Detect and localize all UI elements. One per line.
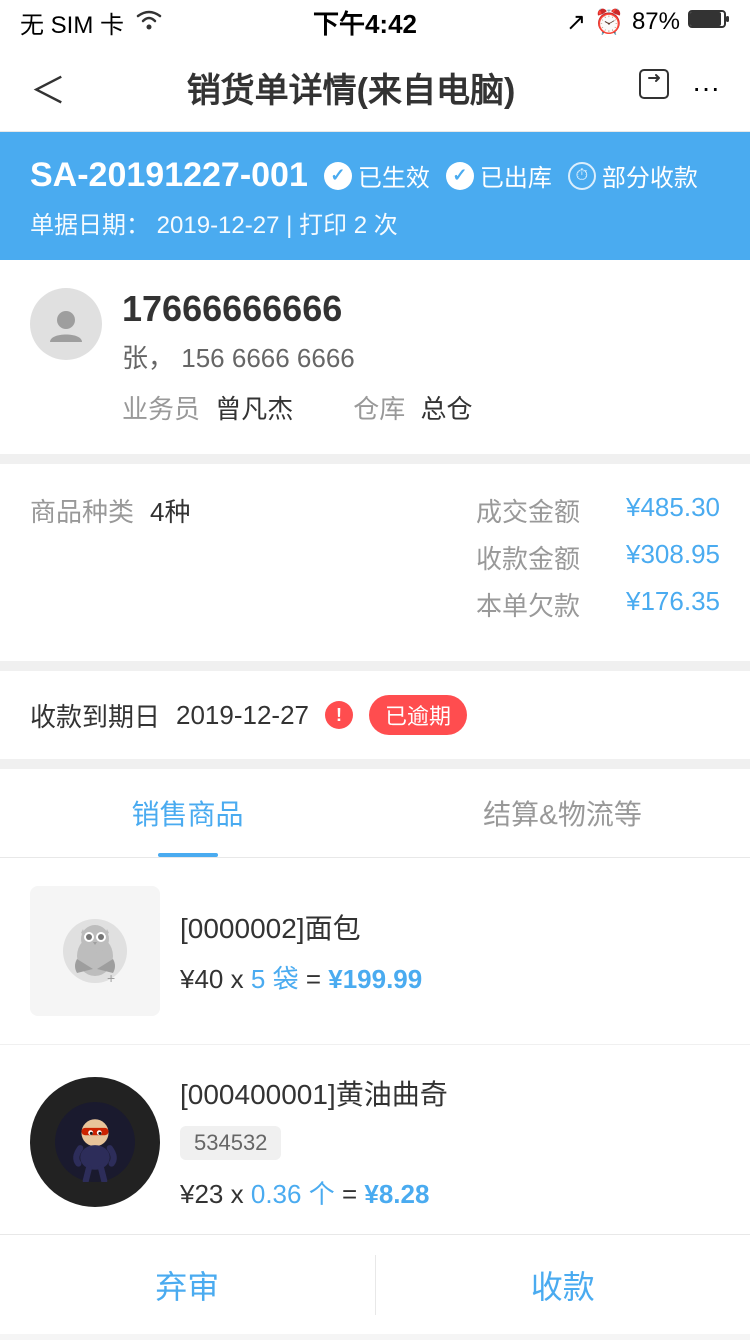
- customer-phone: 张， 156 6666 6666: [122, 338, 720, 375]
- overdue-badge: 已逾期: [369, 695, 467, 735]
- share-button[interactable]: [636, 66, 672, 110]
- customer-meta: 业务员 曾凡杰 仓库 总仓: [122, 389, 720, 426]
- badge-effective-label: 已生效: [358, 158, 430, 193]
- product-batch: 534532: [180, 1126, 281, 1160]
- order-row: SA-20191227-001 ✓ 已生效 ✓ 已出库 ⏱ 部分收款: [30, 156, 720, 195]
- product-thumbnail: [30, 1077, 160, 1207]
- overdue-icon: !: [325, 701, 353, 729]
- badge-shipped-label: 已出库: [480, 158, 552, 193]
- product-info: [0000002]面包 ¥40 x 5 袋 = ¥199.99: [180, 907, 720, 996]
- nav-left: ＜: [30, 62, 66, 114]
- product-price: ¥23 x 0.36 个 = ¥8.28: [180, 1174, 720, 1211]
- confirm-button[interactable]: 收款: [376, 1235, 750, 1334]
- customer-info: 17666666666 张， 156 6666 6666 业务员 曾凡杰 仓库 …: [122, 288, 720, 426]
- carrier-label: 无 SIM 卡: [20, 5, 124, 40]
- status-time: 下午4:42: [313, 4, 417, 41]
- nav-bar: ＜ 销货单详情(来自电脑) ···: [0, 44, 750, 132]
- header-banner: SA-20191227-001 ✓ 已生效 ✓ 已出库 ⏱ 部分收款 单据日期：…: [0, 132, 750, 260]
- amount-row: 成交金额 ¥485.30: [476, 492, 720, 529]
- due-label: 收款到期日: [30, 697, 160, 734]
- avatar: [30, 288, 102, 360]
- warehouse: 仓库 总仓: [353, 389, 472, 426]
- product-type: 商品种类 4种: [30, 492, 190, 529]
- badge-partial-label: 部分收款: [602, 158, 698, 193]
- header-date: 单据日期： 2019-12-27 | 打印 2 次: [30, 205, 720, 240]
- order-number: SA-20191227-001: [30, 156, 308, 195]
- badge-shipped: ✓ 已出库: [446, 158, 552, 193]
- status-left: 无 SIM 卡: [20, 5, 164, 40]
- bottom-bar: 弃审 收款: [0, 1234, 750, 1334]
- status-bar: 无 SIM 卡 下午4:42 ↗ ⏰ 87%: [0, 0, 750, 44]
- battery-label: 87%: [632, 8, 680, 36]
- tab-sales-products[interactable]: 销售商品: [0, 769, 375, 857]
- svg-text:+: +: [107, 970, 115, 986]
- product-name: [000400001]黄油曲奇: [180, 1073, 720, 1113]
- due-section: 收款到期日 2019-12-27 ! 已逾期: [0, 671, 750, 769]
- tabs-section: 销售商品 结算&物流等: [0, 769, 750, 858]
- product-thumbnail: +: [30, 886, 160, 1016]
- alarm-icon: ⏰: [594, 8, 624, 37]
- badge-effective: ✓ 已生效: [324, 158, 430, 193]
- status-right: ↗ ⏰ 87%: [566, 8, 730, 37]
- owed-row: 本单欠款 ¥176.35: [476, 586, 720, 623]
- sales-person: 业务员 曾凡杰: [122, 389, 293, 426]
- collected-row: 收款金额 ¥308.95: [476, 539, 720, 576]
- wifi-icon: [134, 8, 164, 37]
- nav-right: ···: [636, 66, 720, 110]
- summary-section: 商品种类 4种 成交金额 ¥485.30 收款金额 ¥308.95 本单欠款 ¥…: [0, 464, 750, 671]
- location-icon: ↗: [566, 8, 586, 37]
- battery-icon: [688, 8, 730, 37]
- more-button[interactable]: ···: [692, 72, 720, 104]
- cancel-button[interactable]: 弃审: [0, 1235, 375, 1334]
- product-info: [000400001]黄油曲奇 534532 ¥23 x 0.36 个 = ¥8…: [180, 1073, 720, 1211]
- badge-partial: ⏱ 部分收款: [568, 158, 698, 193]
- page-title: 销货单详情(来自电脑): [187, 63, 516, 112]
- customer-section: 17666666666 张， 156 6666 6666 业务员 曾凡杰 仓库 …: [0, 260, 750, 464]
- summary-left: 商品种类 4种: [30, 492, 190, 539]
- product-name: [0000002]面包: [180, 907, 720, 947]
- summary-row: 商品种类 4种 成交金额 ¥485.30 收款金额 ¥308.95 本单欠款 ¥…: [30, 492, 720, 633]
- product-item: + [0000002]面包 ¥40 x 5 袋 = ¥199.99: [0, 858, 750, 1045]
- tab-settlement[interactable]: 结算&物流等: [375, 769, 750, 857]
- product-price: ¥40 x 5 袋 = ¥199.99: [180, 959, 720, 996]
- product-item: [000400001]黄油曲奇 534532 ¥23 x 0.36 个 = ¥8…: [0, 1045, 750, 1240]
- customer-id: 17666666666: [122, 288, 720, 330]
- product-list: + [0000002]面包 ¥40 x 5 袋 = ¥199.99: [0, 858, 750, 1240]
- back-button[interactable]: ＜: [30, 62, 66, 114]
- summary-right: 成交金额 ¥485.30 收款金额 ¥308.95 本单欠款 ¥176.35: [476, 492, 720, 633]
- due-date: 2019-12-27: [176, 700, 309, 731]
